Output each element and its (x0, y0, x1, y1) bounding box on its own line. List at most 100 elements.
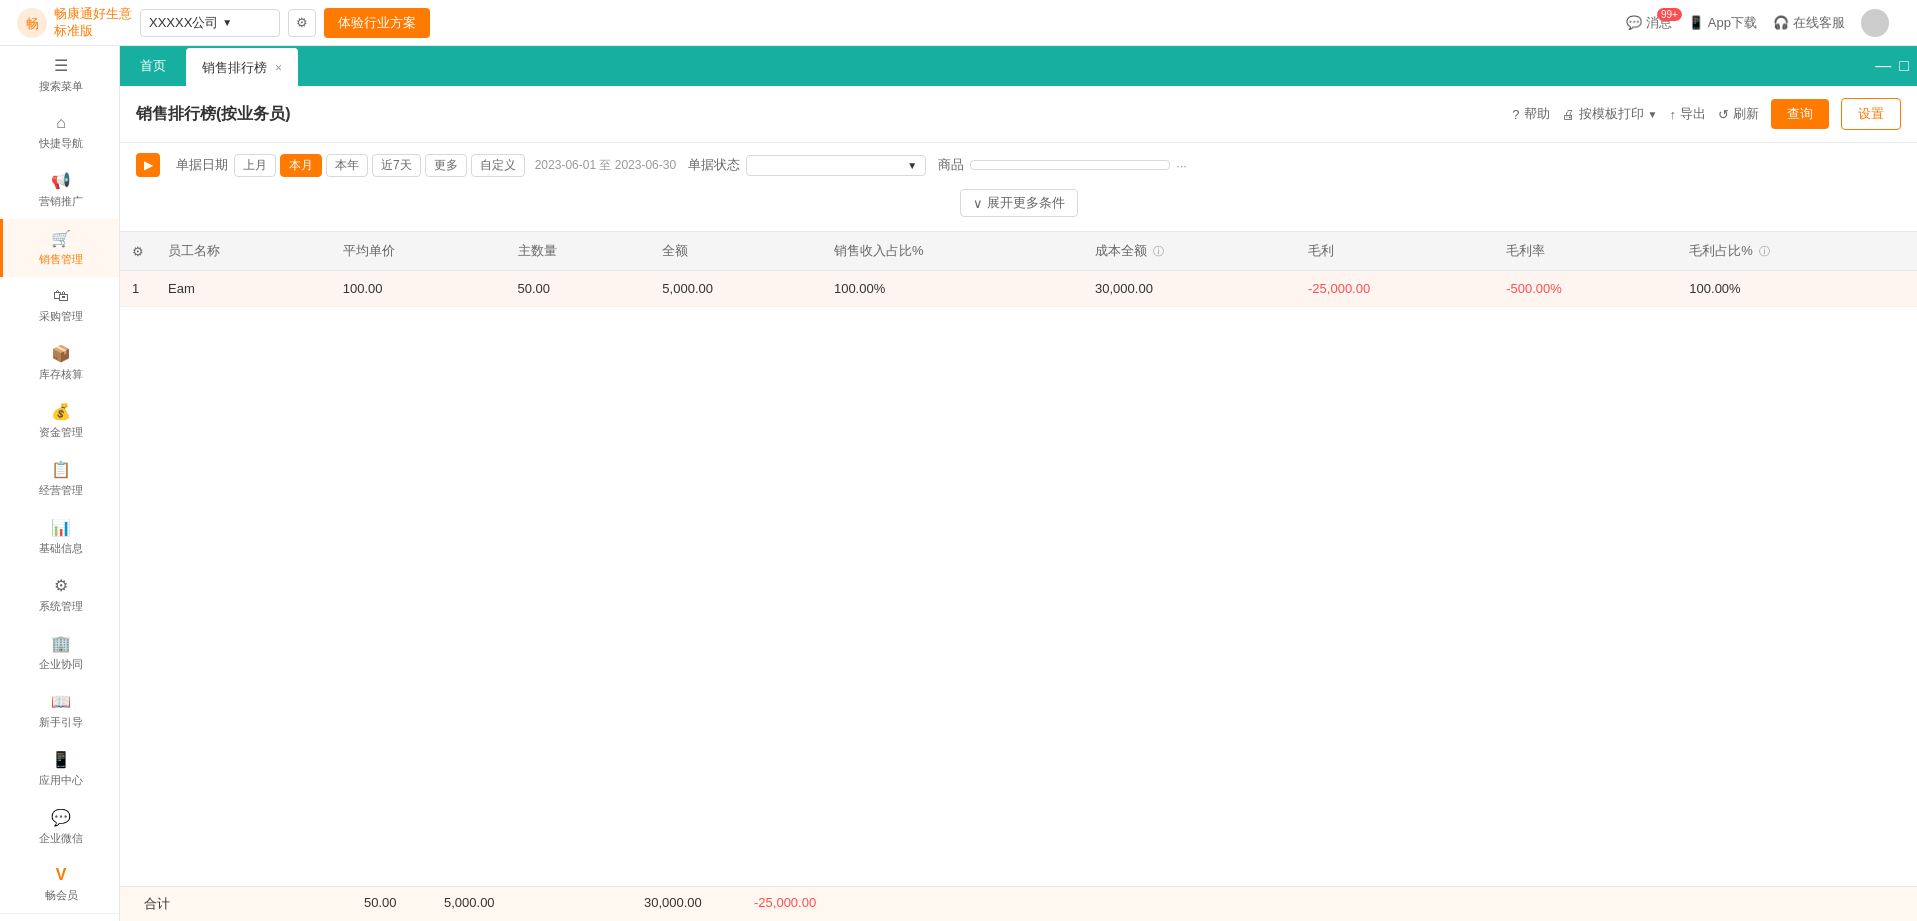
app-download-button[interactable]: 📱 App下载 (1688, 14, 1757, 32)
app-label: App下载 (1708, 14, 1757, 32)
enterprise-icon: 🏢 (51, 634, 71, 653)
cost-info-icon[interactable]: ⓘ (1153, 245, 1164, 257)
footer-cells: 合计 50.00 5,000.00 30,000.00 -25,000.00 (132, 895, 1905, 913)
table-area: ⚙ 员工名称 平均单价 主数量 全额 销售收入占比% 成本全额 ⓘ 毛利 毛利率 (120, 232, 1917, 886)
settings-button[interactable]: ⚙ (288, 9, 316, 37)
col-main-qty: 主数量 (506, 232, 651, 271)
tab-home[interactable]: 首页 (120, 46, 186, 86)
print-label: 按模板打印 (1579, 105, 1644, 123)
sidebar-item-marketing[interactable]: 📢 营销推广 (0, 161, 119, 219)
date-btn-more[interactable]: 更多 (425, 154, 467, 177)
sidebar-item-quick-nav[interactable]: ⌂ 快捷导航 (0, 104, 119, 161)
cell-amount-0: 5,000.00 (650, 271, 822, 307)
sidebar-item-system-label: 系统管理 (39, 599, 83, 614)
sidebar-item-sales-label: 销售管理 (39, 252, 83, 267)
sidebar-item-guide[interactable]: 📖 新手引导 (0, 682, 119, 740)
tab-close-icon[interactable]: × (275, 61, 282, 75)
date-btn-this-month[interactable]: 本月 (280, 154, 322, 177)
logo-text: 畅康通好生意 标准版 (54, 6, 132, 40)
date-btn-7days[interactable]: 近7天 (372, 154, 421, 177)
cell-avg-price-0: 100.00 (331, 271, 506, 307)
message-button[interactable]: 💬 消息 99+ (1626, 14, 1672, 32)
table-header-row: ⚙ 员工名称 平均单价 主数量 全额 销售收入占比% 成本全额 ⓘ 毛利 毛利率 (120, 232, 1917, 271)
sidebar-item-app-center-label: 应用中心 (39, 773, 83, 788)
refresh-label: 刷新 (1733, 105, 1759, 123)
avatar[interactable] (1861, 9, 1889, 37)
sidebar-item-purchase[interactable]: 🛍 采购管理 (0, 277, 119, 334)
page-title: 销售排行榜(按业务员) (136, 104, 291, 125)
print-icon: 🖨 (1562, 107, 1575, 122)
export-label: 导出 (1680, 105, 1706, 123)
table-footer: 合计 50.00 5,000.00 30,000.00 -25,000.00 (120, 886, 1917, 921)
main-layout: ☰ 搜索菜单 ⌂ 快捷导航 📢 营销推广 🛒 销售管理 🛍 采购管理 📦 库存核… (0, 46, 1917, 921)
sidebar-item-app-center[interactable]: 📱 应用中心 (0, 740, 119, 798)
date-btn-last-month[interactable]: 上月 (234, 154, 276, 177)
col-gross-rate: 毛利率 (1494, 232, 1677, 271)
page-header: 销售排行榜(按业务员) ? 帮助 🖨 按模板打印 ▼ ↑ 导出 ↺ 刷新 (120, 86, 1917, 143)
sidebar-item-enterprise-label: 企业协同 (39, 657, 83, 672)
sidebar-item-search-order[interactable]: ☰ 搜索菜单 (0, 46, 119, 104)
content-area: 首页 销售排行榜 × — □ 销售排行榜(按业务员) ? 帮助 🖨 按模 (120, 46, 1917, 921)
top-bar: 畅 畅康通好生意 标准版 XXXXX公司 ▼ ⚙ 体验行业方案 💬 消息 99+… (0, 0, 1917, 46)
filter-expand-arrow[interactable]: ▶ (136, 153, 160, 177)
refresh-button[interactable]: ↺ 刷新 (1718, 105, 1759, 123)
cell-gross-rate-0: -500.00% (1494, 271, 1677, 307)
query-button[interactable]: 查询 (1771, 99, 1829, 129)
sidebar-item-operation[interactable]: 📋 经营管理 (0, 450, 119, 508)
date-btn-custom[interactable]: 自定义 (471, 154, 525, 177)
export-button[interactable]: ↑ 导出 (1670, 105, 1707, 123)
sidebar-item-member[interactable]: V 畅会员 (0, 856, 119, 913)
filter-row: ▶ 单据日期 上月 本月 本年 近7天 更多 自定义 2023-06-01 至 … (136, 153, 1901, 177)
status-filter-label: 单据状态 (688, 156, 740, 174)
expand-more-label: 展开更多条件 (987, 194, 1065, 212)
help-icon: ? (1512, 107, 1519, 122)
col-gross: 毛利 (1296, 232, 1494, 271)
online-service-button[interactable]: 🎧 在线客服 (1773, 14, 1845, 32)
date-btn-this-year[interactable]: 本年 (326, 154, 368, 177)
sidebar-item-system[interactable]: ⚙ 系统管理 (0, 566, 119, 624)
sidebar-item-enterprise[interactable]: 🏢 企业协同 (0, 624, 119, 682)
search-order-icon: ☰ (54, 56, 68, 75)
footer-gross: -25,000.00 (742, 895, 852, 913)
expand-row: ∨ 展开更多条件 (136, 177, 1901, 221)
footer-amount: 5,000.00 (432, 895, 532, 913)
settings-page-button[interactable]: 设置 (1841, 98, 1901, 130)
marketing-icon: 📢 (51, 171, 71, 190)
status-select[interactable]: ▼ (746, 155, 926, 176)
sidebar-item-purchase-label: 采购管理 (39, 309, 83, 324)
quick-nav-icon: ⌂ (56, 114, 66, 132)
footer-cost: 30,000.00 (632, 895, 742, 913)
trial-button[interactable]: 体验行业方案 (324, 8, 430, 38)
logo-icon: 畅 (16, 7, 48, 39)
system-icon: ⚙ (54, 576, 68, 595)
col-avg-price: 平均单价 (331, 232, 506, 271)
table-settings-icon[interactable]: ⚙ (132, 244, 144, 259)
tab-home-label: 首页 (140, 57, 166, 75)
sidebar-item-basic-info[interactable]: 📊 基础信息 (0, 508, 119, 566)
table-row: 1 Eam 100.00 50.00 5,000.00 100.00% 30,0… (120, 271, 1917, 307)
tab-sales-ranking[interactable]: 销售排行榜 × (186, 48, 298, 88)
goods-more-button[interactable]: ··· (1176, 158, 1187, 173)
gross-pct-info-icon[interactable]: ⓘ (1759, 245, 1770, 257)
sidebar-item-inventory-label: 库存核算 (39, 367, 83, 382)
goods-input[interactable] (970, 160, 1170, 170)
operation-icon: 📋 (51, 460, 71, 479)
sidebar-item-marketing-label: 营销推广 (39, 194, 83, 209)
message-icon: 💬 (1626, 15, 1642, 30)
purchase-icon: 🛍 (53, 287, 69, 305)
help-button[interactable]: ? 帮助 (1512, 105, 1549, 123)
basic-info-icon: 📊 (51, 518, 71, 537)
sidebar-item-wechat[interactable]: 💬 企业微信 (0, 798, 119, 856)
chevron-down-icon: ▼ (222, 17, 232, 28)
window-minimize-button[interactable]: — (1875, 57, 1891, 75)
print-button[interactable]: 🖨 按模板打印 ▼ (1562, 105, 1658, 123)
date-range-text: 2023-06-01 至 2023-06-30 (535, 157, 676, 174)
expand-more-button[interactable]: ∨ 展开更多条件 (960, 189, 1078, 217)
filter-status: 单据状态 ▼ (688, 155, 926, 176)
company-select[interactable]: XXXXX公司 ▼ (140, 9, 280, 37)
window-maximize-button[interactable]: □ (1899, 57, 1909, 75)
sidebar-item-sales[interactable]: 🛒 销售管理 (0, 219, 119, 277)
wechat-icon: 💬 (51, 808, 71, 827)
sidebar-item-inventory[interactable]: 📦 库存核算 (0, 334, 119, 392)
sidebar-item-finance[interactable]: 💰 资金管理 (0, 392, 119, 450)
